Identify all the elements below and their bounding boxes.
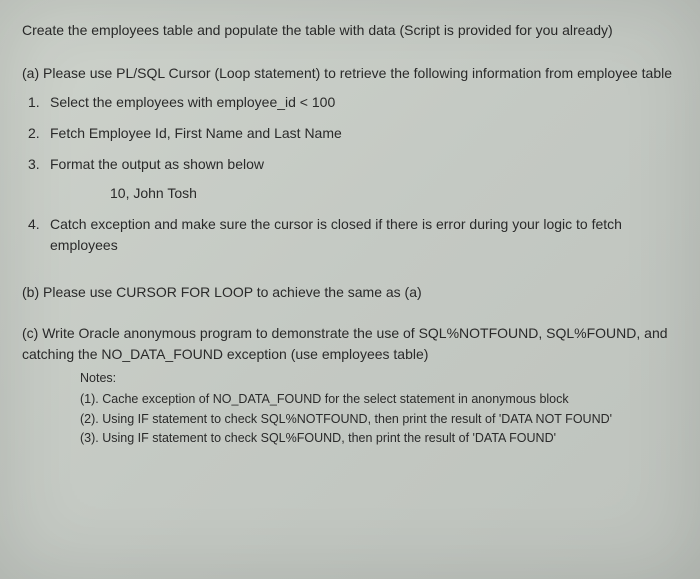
item-text: Select the employees with employee_id < … [50,94,335,110]
note-line: (2). Using IF statement to check SQL%NOT… [80,410,678,429]
section-b: (b) Please use CURSOR FOR LOOP to achiev… [22,282,678,303]
notes-label: Notes: [80,369,678,388]
section-c-header: (c) Write Oracle anonymous program to de… [22,323,678,365]
item-number: 4. [28,214,40,235]
list-item: 4. Catch exception and make sure the cur… [50,214,678,256]
list-item: 2. Fetch Employee Id, First Name and Las… [50,123,678,144]
item-text: Fetch Employee Id, First Name and Last N… [50,125,342,141]
list-item: 3. Format the output as shown below 10, … [50,154,678,204]
example-output: 10, John Tosh [50,183,678,204]
intro-text: Create the employees table and populate … [22,20,678,41]
item-text: Format the output as shown below [50,156,264,172]
item-number: 2. [28,123,40,144]
section-a-header: (a) Please use PL/SQL Cursor (Loop state… [22,63,678,84]
note-line: (1). Cache exception of NO_DATA_FOUND fo… [80,390,678,409]
item-number: 1. [28,92,40,113]
item-number: 3. [28,154,40,175]
note-line: (3). Using IF statement to check SQL%FOU… [80,429,678,448]
section-a: (a) Please use PL/SQL Cursor (Loop state… [22,63,678,256]
list-item: 1. Select the employees with employee_id… [50,92,678,113]
section-a-list: 1. Select the employees with employee_id… [22,92,678,256]
item-text: Catch exception and make sure the cursor… [50,216,622,253]
notes-block: Notes: (1). Cache exception of NO_DATA_F… [22,369,678,448]
section-c: (c) Write Oracle anonymous program to de… [22,323,678,448]
